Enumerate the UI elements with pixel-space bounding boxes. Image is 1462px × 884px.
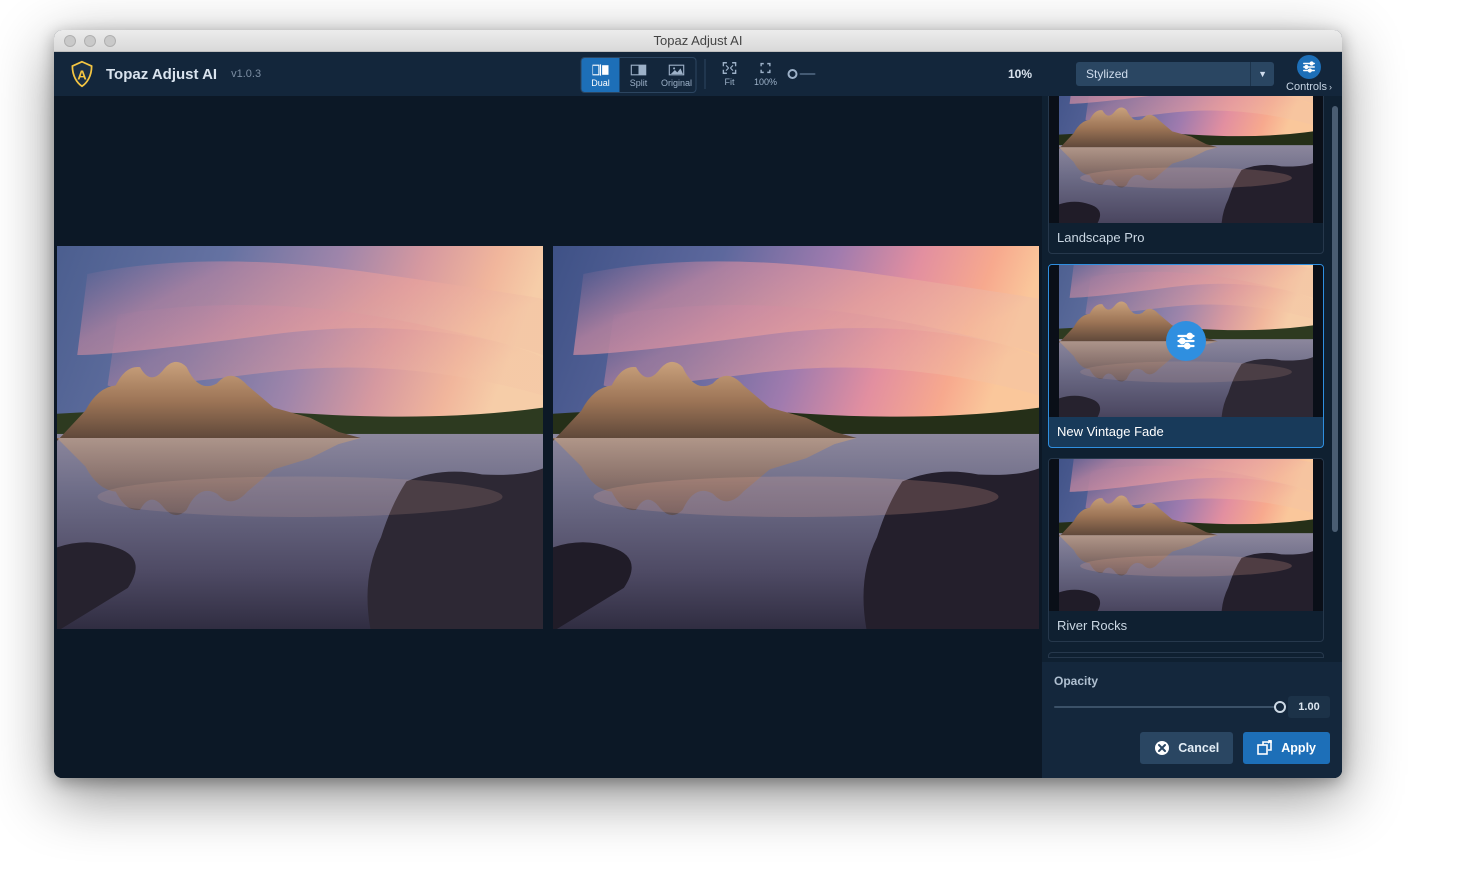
zoom-100-label: 100%	[754, 77, 777, 87]
preset-label: Landscape Pro	[1049, 223, 1323, 253]
zoom-group: Fit 100%	[714, 56, 816, 92]
preset-item[interactable]	[1048, 652, 1324, 658]
close-icon	[1154, 740, 1170, 756]
apply-button[interactable]: Apply	[1243, 732, 1330, 764]
view-split-label: Split	[630, 78, 648, 88]
opacity-value: 1.00	[1288, 696, 1330, 718]
opacity-slider[interactable]	[1054, 706, 1280, 708]
app-window: Topaz Adjust AI A Topaz Adjust AI v1.0.3…	[54, 30, 1342, 778]
preset-item[interactable]: New Vintage Fade	[1048, 264, 1324, 448]
window-title: Topaz Adjust AI	[54, 33, 1342, 48]
cancel-button[interactable]: Cancel	[1140, 732, 1233, 764]
zoom-100-button[interactable]: 100%	[750, 61, 782, 87]
zoom-fit-label: Fit	[725, 77, 735, 87]
zoom-slider[interactable]	[788, 69, 816, 79]
chevron-down-icon: ▼	[1250, 62, 1274, 86]
opacity-label: Opacity	[1054, 674, 1330, 688]
app-header: A Topaz Adjust AI v1.0.3 Dual Split Orig…	[54, 52, 1342, 96]
preset-thumbnail	[1049, 265, 1323, 417]
preset-item[interactable]: Landscape Pro	[1048, 96, 1324, 254]
zoom-percent: 10%	[1008, 67, 1032, 81]
view-dual-button[interactable]: Dual	[582, 58, 620, 92]
preset-label: River Rocks	[1049, 611, 1323, 641]
image-canvas[interactable]	[54, 96, 1042, 778]
preset-sidebar: Landscape Pro New Vintage Fade Ri	[1042, 96, 1342, 778]
app-logo-icon: A	[68, 60, 96, 88]
cancel-label: Cancel	[1178, 741, 1219, 755]
separator	[705, 59, 706, 89]
view-original-label: Original	[661, 78, 692, 88]
app-name: Topaz Adjust AI	[106, 66, 217, 83]
chevron-right-icon: ›	[1329, 82, 1332, 92]
apply-icon	[1257, 740, 1273, 756]
app-version: v1.0.3	[231, 68, 261, 80]
preset-list[interactable]: Landscape Pro New Vintage Fade Ri	[1042, 96, 1342, 662]
mac-titlebar[interactable]: Topaz Adjust AI	[54, 30, 1342, 52]
view-original-button[interactable]: Original	[658, 58, 696, 92]
svg-text:A: A	[77, 67, 87, 82]
view-dual-label: Dual	[591, 78, 610, 88]
controls-label: Controls	[1286, 81, 1327, 93]
preview-original	[57, 246, 543, 629]
scrollbar[interactable]	[1332, 106, 1338, 652]
preset-label: New Vintage Fade	[1049, 417, 1323, 447]
view-split-button[interactable]: Split	[620, 58, 658, 92]
controls-toggle-button[interactable]: Controls›	[1286, 55, 1332, 93]
sliders-icon	[1297, 55, 1321, 79]
preview-adjusted	[553, 246, 1039, 629]
preset-category-value: Stylized	[1086, 67, 1128, 81]
sliders-icon[interactable]	[1166, 321, 1206, 361]
preset-item[interactable]: River Rocks	[1048, 458, 1324, 642]
sidebar-footer: Opacity 1.00 Cancel Apply	[1042, 662, 1342, 778]
preset-thumbnail	[1049, 459, 1323, 611]
zoom-fit-button[interactable]: Fit	[714, 61, 746, 87]
preset-thumbnail	[1049, 96, 1323, 223]
apply-label: Apply	[1281, 741, 1316, 755]
view-mode-group: Dual Split Original	[581, 57, 697, 93]
preset-category-select[interactable]: Stylized ▼	[1076, 62, 1274, 86]
